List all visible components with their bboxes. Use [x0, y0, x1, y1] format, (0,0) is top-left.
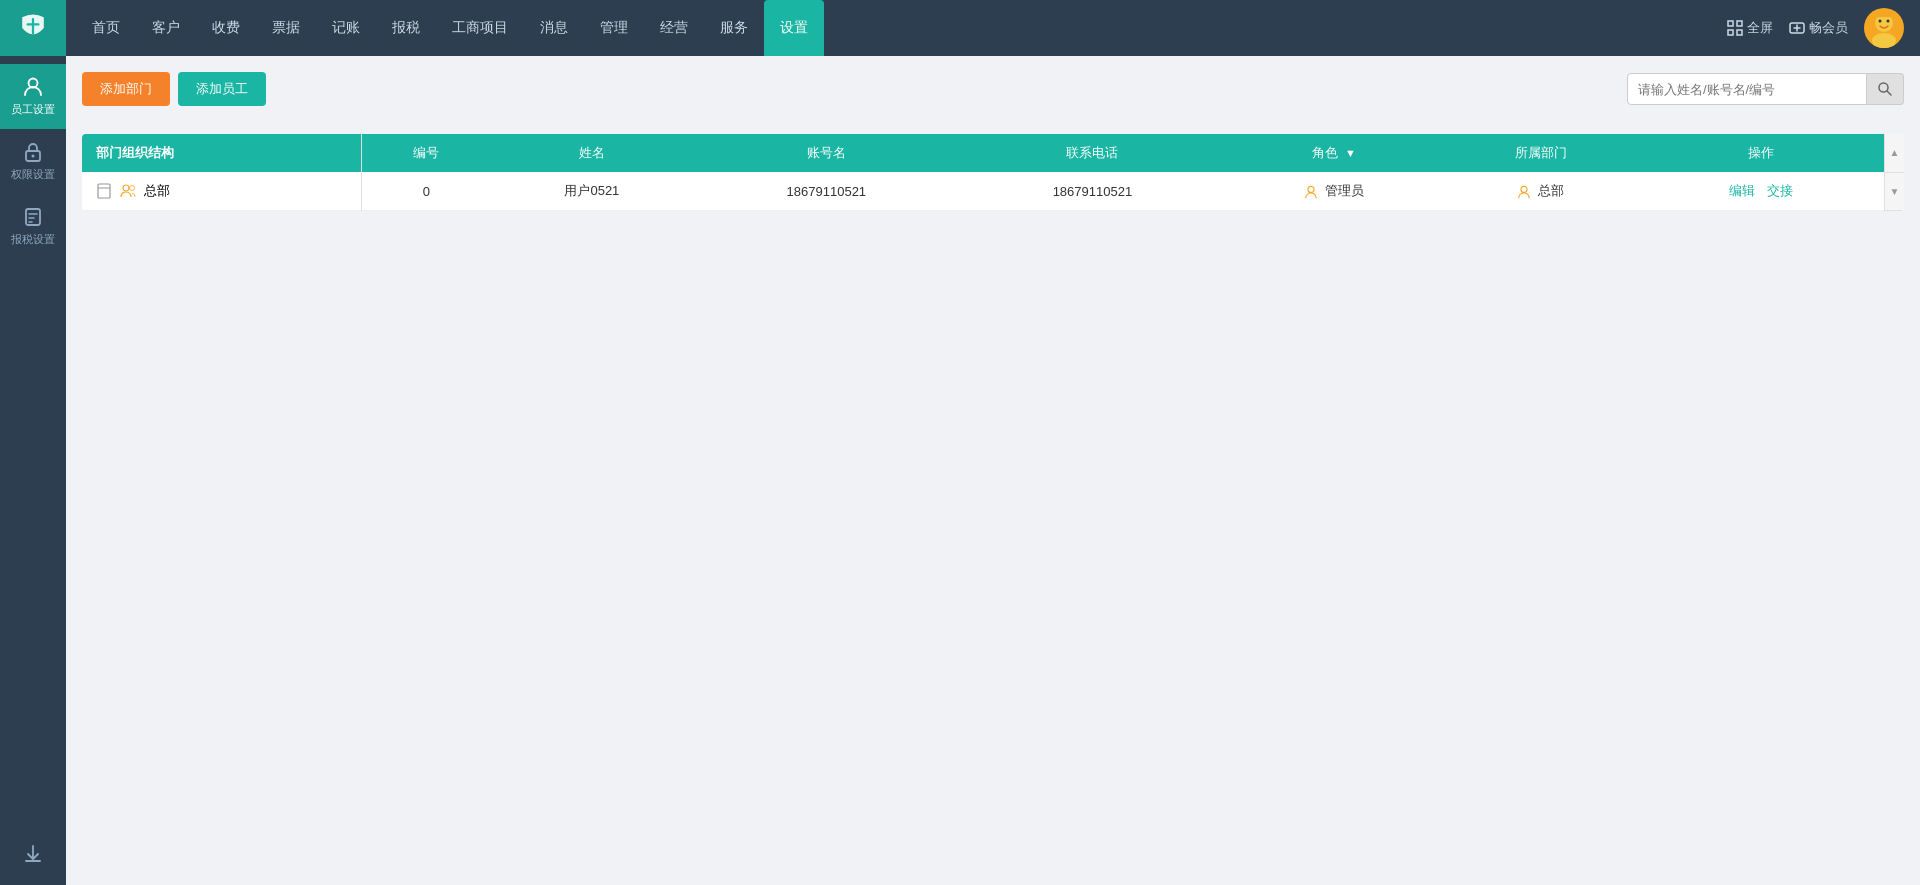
sidebar-item-permission[interactable]: 权限设置: [0, 129, 66, 194]
avatar[interactable]: [1864, 8, 1904, 48]
main-layout: 员工设置 权限设置 报税设置: [0, 56, 1920, 885]
nav-business[interactable]: 工商项目: [436, 0, 524, 56]
file-icon: [96, 183, 112, 199]
svg-point-18: [1521, 186, 1527, 192]
person-icon: [22, 76, 44, 98]
logo[interactable]: [0, 0, 66, 56]
scroll-up-btn[interactable]: ▲: [1885, 134, 1904, 173]
svg-rect-1: [1737, 21, 1742, 26]
col-id: 编号: [362, 134, 490, 172]
tax-icon: [22, 206, 44, 228]
cell-role: 管理员: [1225, 172, 1442, 211]
table-header: 编号 姓名 账号名 联系电话 角色 ▼ 所属部门 操作: [362, 134, 1884, 172]
tree-item-root[interactable]: 总部: [82, 172, 361, 211]
add-employee-button[interactable]: 添加员工: [178, 72, 266, 106]
svg-point-17: [1308, 186, 1314, 192]
col-name: 姓名: [490, 134, 693, 172]
nav-customer[interactable]: 客户: [136, 0, 196, 56]
nav-accounting[interactable]: 记账: [316, 0, 376, 56]
col-phone: 联系电话: [959, 134, 1225, 172]
sidebar-item-employee[interactable]: 员工设置: [0, 64, 66, 129]
col-role: 角色 ▼: [1225, 134, 1442, 172]
download-icon: [22, 843, 44, 865]
nav-items: 首页 客户 收费 票据 记账 报税 工商项目 消息 管理 经营 服务 设置: [66, 0, 1727, 56]
dept-user-icon: [1517, 183, 1535, 198]
svg-point-15: [123, 185, 129, 191]
table-row: 0 用户0521 18679110521 18679110521: [362, 172, 1884, 211]
svg-rect-0: [1728, 21, 1733, 26]
sidebar-item-download[interactable]: [0, 831, 66, 877]
svg-point-11: [32, 155, 35, 158]
nav-fee[interactable]: 收费: [196, 0, 256, 56]
edit-link[interactable]: 编辑: [1729, 183, 1755, 198]
col-dept: 所属部门: [1443, 134, 1638, 172]
scroll-down-btn[interactable]: ▼: [1885, 173, 1904, 212]
tree-header: 部门组织结构: [82, 134, 361, 172]
svg-rect-12: [26, 209, 40, 225]
nav-service[interactable]: 服务: [704, 0, 764, 56]
lock-icon: [22, 141, 44, 163]
top-bar-row: 添加部门 添加员工: [82, 72, 1904, 122]
nav-message[interactable]: 消息: [524, 0, 584, 56]
transfer-link[interactable]: 交接: [1767, 183, 1793, 198]
cell-dept: 总部: [1443, 172, 1638, 211]
cell-account: 18679110521: [693, 172, 959, 211]
nav-tax[interactable]: 报税: [376, 0, 436, 56]
top-navbar: 首页 客户 收费 票据 记账 报税 工商项目 消息 管理 经营 服务 设置 全屏: [0, 0, 1920, 56]
table-wrapper: 部门组织结构: [82, 134, 1904, 211]
svg-rect-14: [98, 184, 110, 198]
tree-panel: 部门组织结构: [82, 134, 362, 211]
fullscreen-btn[interactable]: 全屏: [1727, 19, 1773, 37]
scroll-controls: ▲ ▼: [1884, 134, 1904, 211]
col-action: 操作: [1638, 134, 1884, 172]
table-container: 部门组织结构: [82, 134, 1904, 211]
role-filter-icon[interactable]: ▼: [1345, 147, 1356, 159]
svg-point-7: [1879, 20, 1882, 23]
table-body: 0 用户0521 18679110521 18679110521: [362, 172, 1884, 211]
svg-rect-3: [1737, 30, 1742, 35]
btn-bar: 添加部门 添加员工: [82, 72, 266, 106]
svg-rect-2: [1728, 30, 1733, 35]
employee-table: 编号 姓名 账号名 联系电话 角色 ▼ 所属部门 操作: [362, 134, 1884, 211]
svg-point-6: [1872, 33, 1896, 48]
svg-point-16: [130, 186, 135, 191]
add-dept-button[interactable]: 添加部门: [82, 72, 170, 106]
search-input[interactable]: [1627, 73, 1867, 105]
member-btn[interactable]: 畅会员: [1789, 19, 1848, 37]
search-bar: [1627, 73, 1904, 105]
cell-id: 0: [362, 172, 490, 211]
search-button[interactable]: [1867, 73, 1904, 105]
role-user-icon: [1304, 183, 1322, 198]
cell-name: 用户0521: [490, 172, 693, 211]
cell-phone: 18679110521: [959, 172, 1225, 211]
sidebar: 员工设置 权限设置 报税设置: [0, 56, 66, 885]
sidebar-bottom: [0, 831, 66, 877]
nav-right: 全屏 畅会员: [1727, 8, 1920, 48]
nav-operation[interactable]: 经营: [644, 0, 704, 56]
content-area: 添加部门 添加员工 部门组织结构: [66, 56, 1920, 885]
nav-invoice[interactable]: 票据: [256, 0, 316, 56]
nav-home[interactable]: 首页: [76, 0, 136, 56]
col-account: 账号名: [693, 134, 959, 172]
nav-manage[interactable]: 管理: [584, 0, 644, 56]
data-table: 编号 姓名 账号名 联系电话 角色 ▼ 所属部门 操作: [362, 134, 1884, 211]
cell-action: 编辑 交接: [1638, 172, 1884, 211]
sidebar-item-taxsettings[interactable]: 报税设置: [0, 194, 66, 259]
nav-settings[interactable]: 设置: [764, 0, 824, 56]
user-group-icon: [120, 183, 136, 199]
search-icon: [1877, 81, 1893, 97]
svg-point-8: [1887, 20, 1890, 23]
